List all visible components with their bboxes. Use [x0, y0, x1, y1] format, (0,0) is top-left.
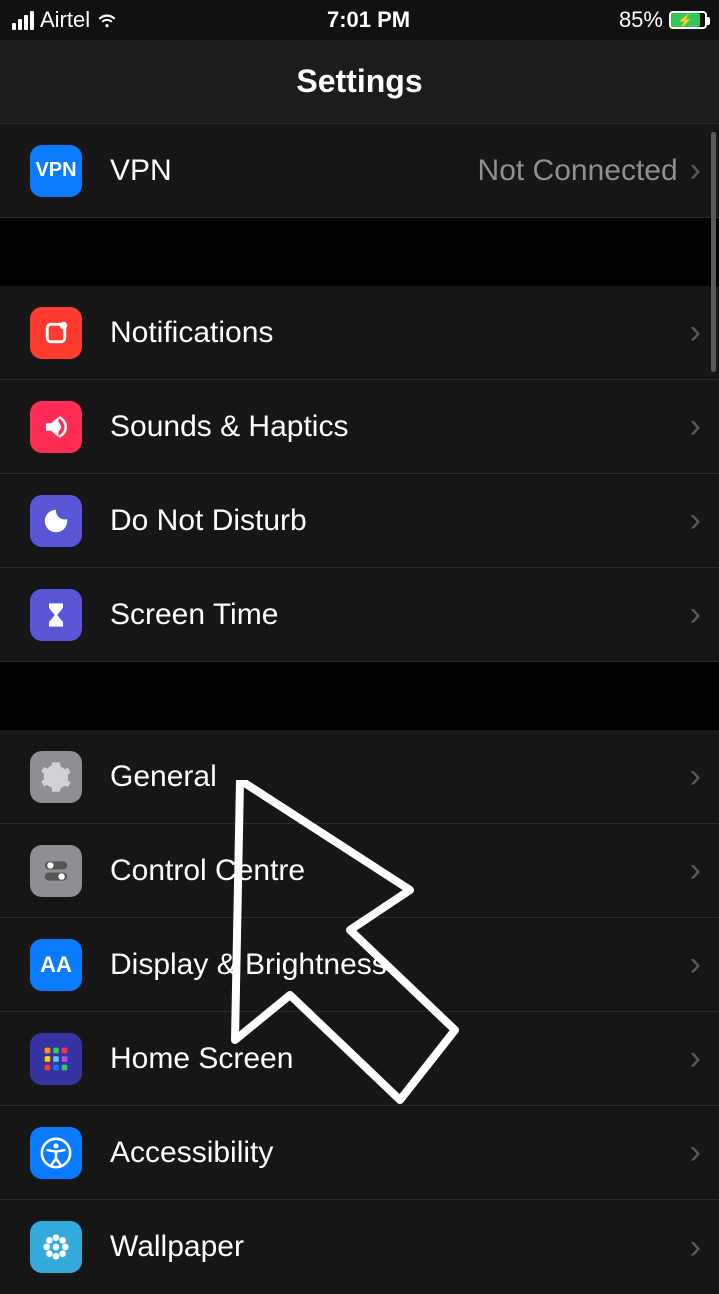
row-label: Display & Brightness: [110, 948, 690, 982]
chevron-right-icon: ›: [690, 1039, 701, 1078]
status-left: Airtel: [12, 7, 118, 33]
settings-list[interactable]: VPN VPN Not Connected › Notifications › …: [0, 124, 719, 1294]
row-home-screen[interactable]: Home Screen ›: [0, 1012, 719, 1106]
row-display-brightness[interactable]: AA Display & Brightness ›: [0, 918, 719, 1012]
scroll-indicator[interactable]: [711, 132, 716, 372]
charging-bolt-icon: ⚡: [677, 14, 693, 27]
row-label: Control Centre: [110, 854, 690, 888]
notifications-icon: [30, 307, 82, 359]
chevron-right-icon: ›: [690, 151, 701, 190]
chevron-right-icon: ›: [690, 1228, 701, 1267]
accessibility-person-icon: [30, 1127, 82, 1179]
general-gear-icon: [30, 751, 82, 803]
nav-header: Settings: [0, 40, 719, 124]
vpn-icon: VPN: [30, 145, 82, 197]
row-label: Do Not Disturb: [110, 504, 690, 538]
dnd-moon-icon: [30, 495, 82, 547]
row-label: General: [110, 760, 690, 794]
chevron-right-icon: ›: [690, 595, 701, 634]
chevron-right-icon: ›: [690, 501, 701, 540]
chevron-right-icon: ›: [690, 757, 701, 796]
battery-percent: 85%: [619, 7, 663, 33]
group-separator: [0, 662, 719, 730]
row-label: Sounds & Haptics: [110, 410, 690, 444]
display-brightness-icon: AA: [30, 939, 82, 991]
row-vpn[interactable]: VPN VPN Not Connected ›: [0, 124, 719, 218]
carrier-label: Airtel: [40, 7, 90, 33]
wallpaper-flower-icon: [30, 1221, 82, 1273]
row-detail: Not Connected: [478, 154, 678, 188]
row-label: Wallpaper: [110, 1230, 690, 1264]
chevron-right-icon: ›: [690, 945, 701, 984]
wifi-icon: [96, 9, 118, 31]
row-label: Screen Time: [110, 598, 690, 632]
cellular-signal-icon: [12, 11, 34, 30]
group-separator: [0, 218, 719, 286]
chevron-right-icon: ›: [690, 851, 701, 890]
chevron-right-icon: ›: [690, 1133, 701, 1172]
screentime-hourglass-icon: [30, 589, 82, 641]
battery-icon: ⚡: [669, 11, 707, 29]
clock: 7:01 PM: [327, 7, 410, 33]
chevron-right-icon: ›: [690, 313, 701, 352]
row-control-centre[interactable]: Control Centre ›: [0, 824, 719, 918]
row-sounds[interactable]: Sounds & Haptics ›: [0, 380, 719, 474]
row-label: Accessibility: [110, 1136, 690, 1170]
control-centre-toggles-icon: [30, 845, 82, 897]
home-screen-grid-icon: [30, 1033, 82, 1085]
status-bar: Airtel 7:01 PM 85% ⚡: [0, 0, 719, 40]
row-dnd[interactable]: Do Not Disturb ›: [0, 474, 719, 568]
row-screentime[interactable]: Screen Time ›: [0, 568, 719, 662]
row-label: Home Screen: [110, 1042, 690, 1076]
row-label: VPN: [110, 154, 478, 188]
page-title: Settings: [296, 63, 422, 100]
row-notifications[interactable]: Notifications ›: [0, 286, 719, 380]
status-right: 85% ⚡: [619, 7, 707, 33]
chevron-right-icon: ›: [690, 407, 701, 446]
row-general[interactable]: General ›: [0, 730, 719, 824]
sounds-icon: [30, 401, 82, 453]
row-accessibility[interactable]: Accessibility ›: [0, 1106, 719, 1200]
row-label: Notifications: [110, 316, 690, 350]
